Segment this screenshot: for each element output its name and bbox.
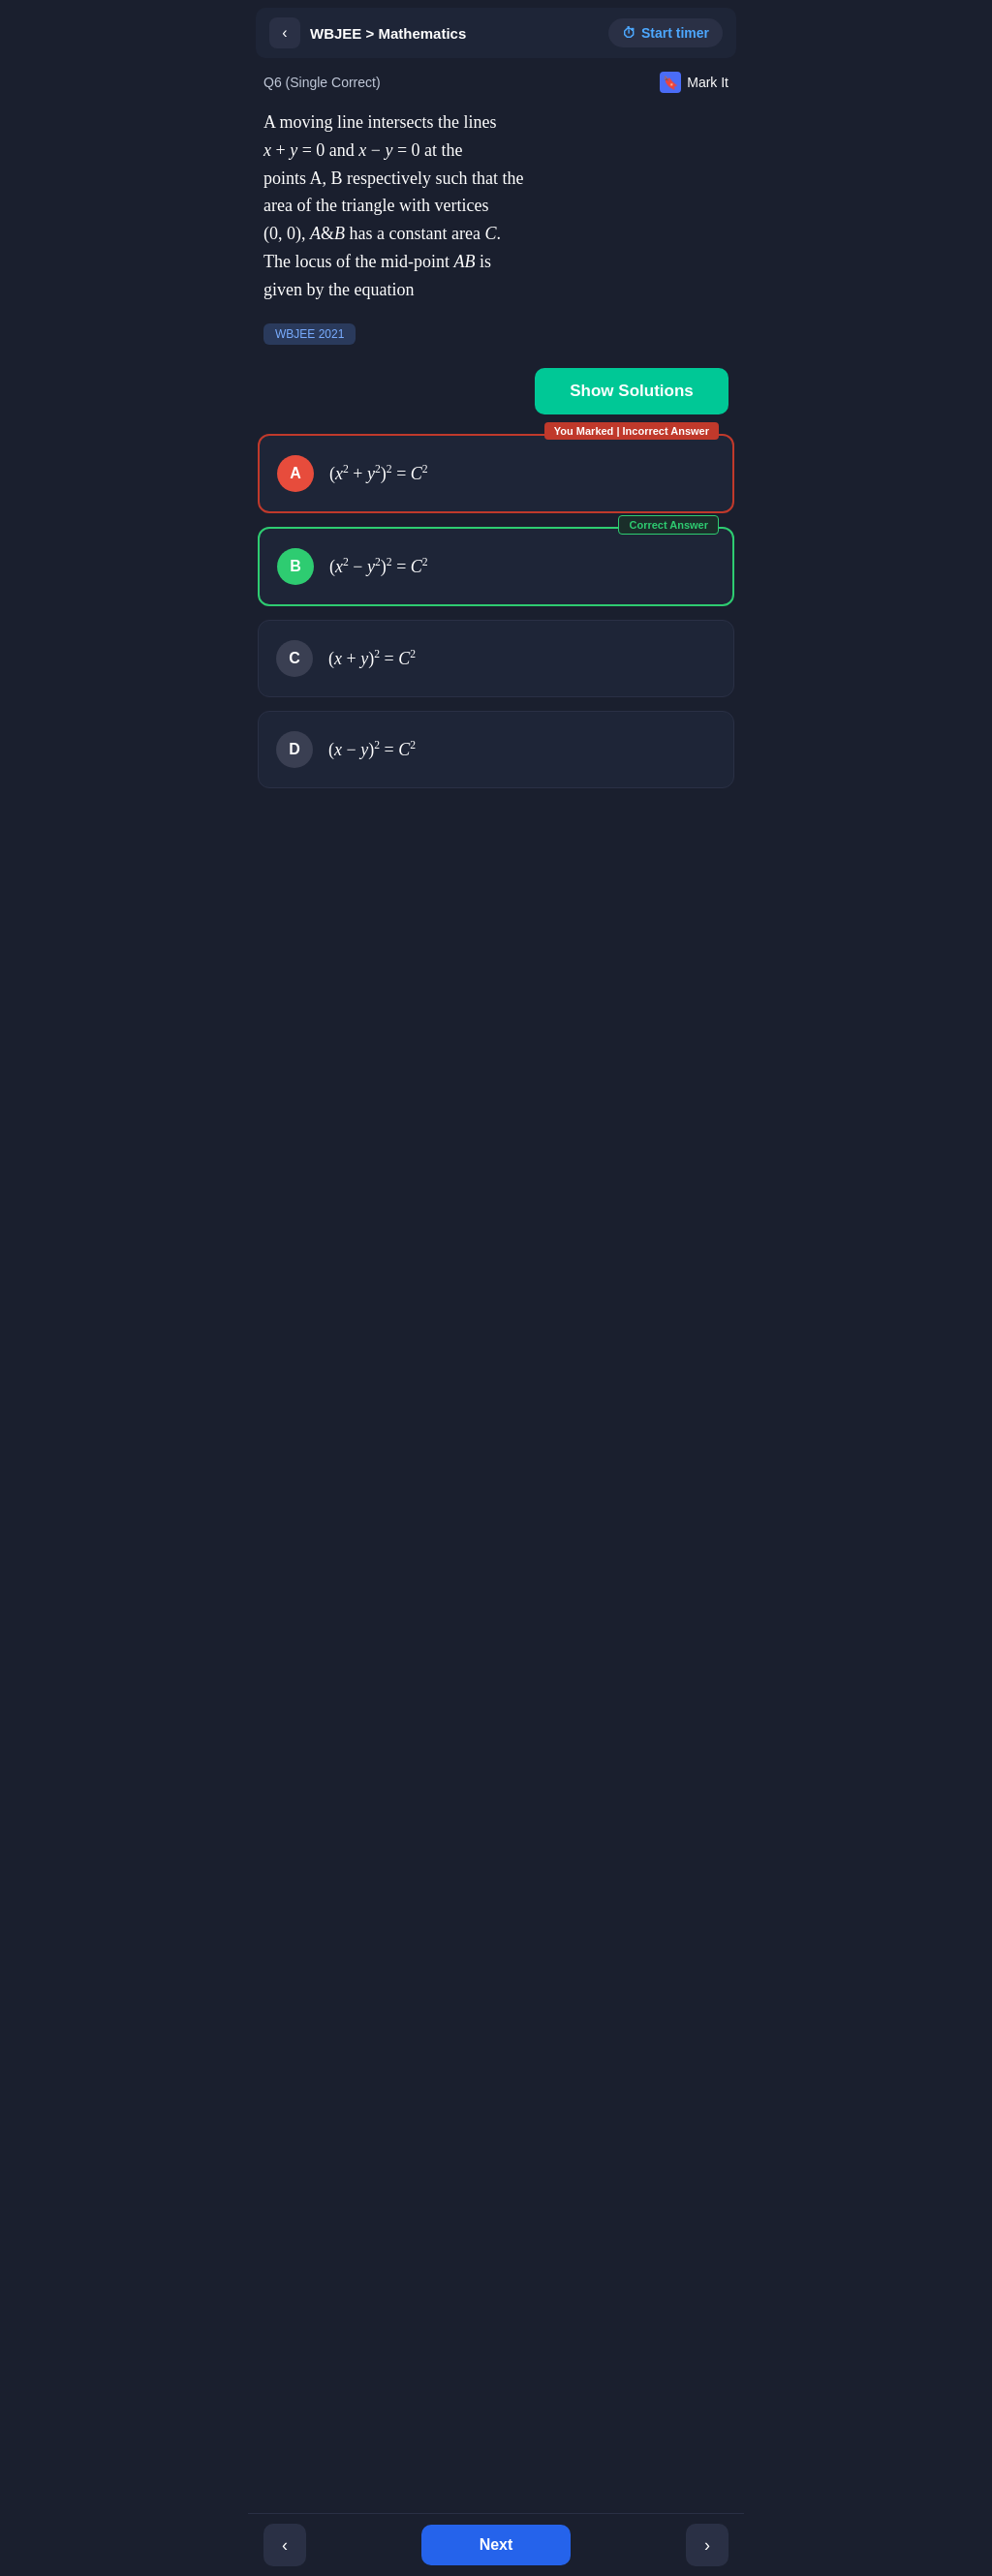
- option-c-wrapper: C (x + y)2 = C2: [258, 620, 734, 697]
- question-body: A moving line intersects the lines x + y…: [248, 101, 744, 318]
- back-icon: ‹: [282, 24, 287, 42]
- correct-badge: Correct Answer: [618, 515, 719, 535]
- option-a-letter: A: [277, 455, 314, 492]
- option-b-wrapper: Correct Answer B (x2 − y2)2 = C2: [258, 527, 734, 606]
- option-a-math: (x2 + y2)2 = C2: [329, 463, 428, 484]
- bookmark-icon: 🔖: [660, 72, 681, 93]
- mark-it-label: Mark It: [687, 75, 728, 90]
- option-b-math: (x2 − y2)2 = C2: [329, 556, 428, 577]
- question-label: Q6 (Single Correct): [264, 75, 381, 90]
- app-header: ‹ WBJEE > Mathematics ⏱ Start timer: [256, 8, 736, 58]
- option-b-card[interactable]: B (x2 − y2)2 = C2: [258, 527, 734, 606]
- mark-it-button[interactable]: 🔖 Mark It: [660, 72, 728, 93]
- option-d-letter: D: [276, 731, 313, 768]
- option-c-letter: C: [276, 640, 313, 677]
- timer-label: Start timer: [641, 25, 709, 41]
- option-b-letter: B: [277, 548, 314, 585]
- breadcrumb: WBJEE > Mathematics: [310, 25, 599, 42]
- show-solutions-button[interactable]: Show Solutions: [535, 368, 728, 414]
- back-button[interactable]: ‹: [269, 17, 300, 48]
- option-c-math: (x + y)2 = C2: [328, 648, 416, 669]
- option-d-wrapper: D (x − y)2 = C2: [258, 711, 734, 788]
- options-container: You Marked | Incorrect Answer A (x2 + y2…: [248, 434, 744, 866]
- question-meta: Q6 (Single Correct) 🔖 Mark It: [248, 58, 744, 101]
- option-d-math: (x − y)2 = C2: [328, 739, 416, 760]
- timer-icon: ⏱: [622, 25, 636, 41]
- incorrect-badge: You Marked | Incorrect Answer: [544, 422, 719, 440]
- option-d-card[interactable]: D (x − y)2 = C2: [258, 711, 734, 788]
- option-c-card[interactable]: C (x + y)2 = C2: [258, 620, 734, 697]
- start-timer-button[interactable]: ⏱ Start timer: [608, 18, 723, 47]
- year-tag: WBJEE 2021: [264, 323, 356, 345]
- option-a-card[interactable]: A (x2 + y2)2 = C2: [258, 434, 734, 513]
- tag-row: WBJEE 2021: [248, 318, 744, 360]
- option-a-wrapper: You Marked | Incorrect Answer A (x2 + y2…: [258, 434, 734, 513]
